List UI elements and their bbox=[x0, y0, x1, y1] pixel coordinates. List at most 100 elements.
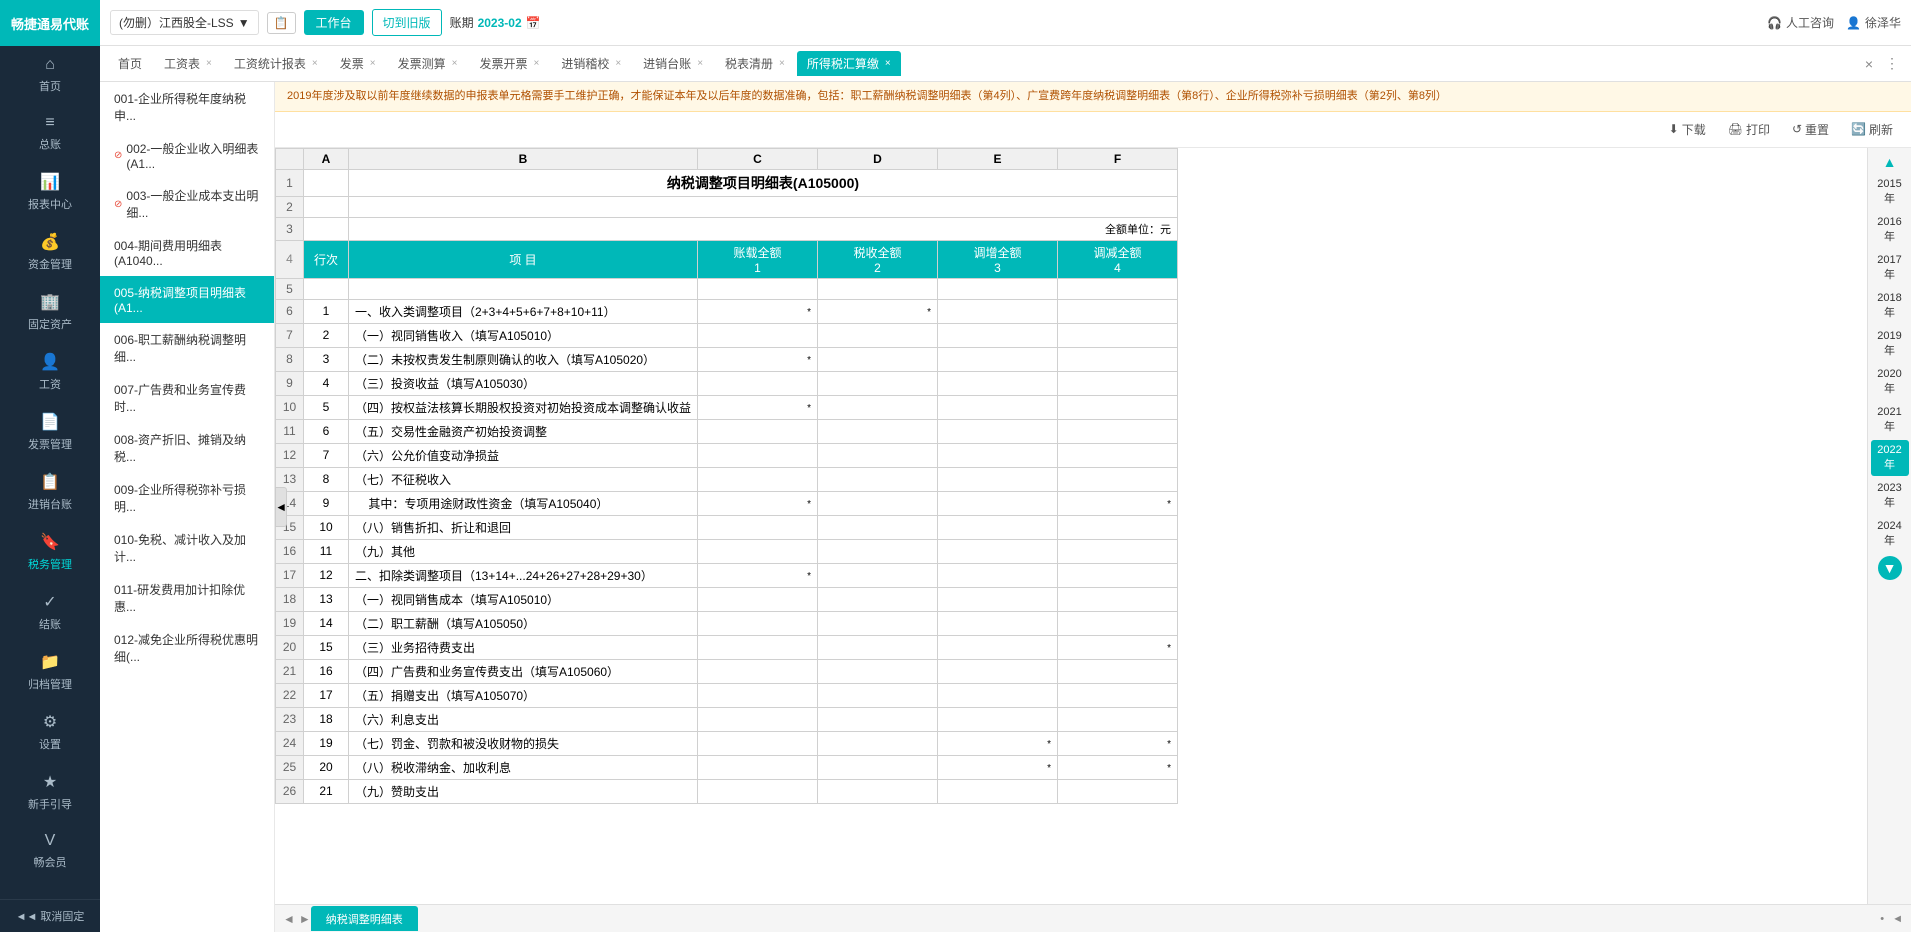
col-header-B: B bbox=[349, 148, 698, 169]
support-button[interactable]: 🎧 人工咨询 bbox=[1767, 14, 1834, 31]
year-2022[interactable]: 2022年 bbox=[1871, 440, 1909, 476]
year-2021[interactable]: 2021年 bbox=[1871, 402, 1909, 438]
year-2017[interactable]: 2017年 bbox=[1871, 250, 1909, 286]
sidebar-item-assets[interactable]: 🏢 固定资产 bbox=[0, 282, 100, 342]
tab-close-tax-clear[interactable]: × bbox=[779, 58, 785, 69]
tab-invoice-calc[interactable]: 发票测算 × bbox=[388, 51, 468, 76]
left-item-010[interactable]: 010-免税、减计收入及加计... bbox=[100, 523, 274, 573]
tab-purchase-ledger[interactable]: 进销台账 × bbox=[633, 51, 713, 76]
year-2019[interactable]: 2019年 bbox=[1871, 326, 1909, 362]
sidebar-item-tax[interactable]: 🔖 税务管理 bbox=[0, 522, 100, 582]
table-row: 25 20 （八）税收滞纳金、加收利息 * * bbox=[276, 755, 1178, 779]
close-icon: ✓ bbox=[43, 592, 56, 612]
sidebar-item-home[interactable]: ⌂ 首页 bbox=[0, 46, 100, 104]
tab-invoice[interactable]: 发票 × bbox=[330, 51, 386, 76]
copy-button[interactable]: 📋 bbox=[267, 12, 296, 34]
main-content: (勿删）江西股全-LSS ▼ 📋 工作台 切到旧版 账期 2023-02 📅 🎧… bbox=[100, 0, 1911, 932]
old-version-button[interactable]: 切到旧版 bbox=[372, 9, 442, 36]
table-row: 23 18 （六）利息支出 bbox=[276, 707, 1178, 731]
print-button[interactable]: 🖨 打印 bbox=[1722, 118, 1776, 141]
item-label: 004-期间费用明细表(A1040... bbox=[114, 237, 264, 268]
sidebar-item-archive[interactable]: 📁 归档管理 bbox=[0, 642, 100, 702]
item-label: 005-纳税调整项目明细表(A1... bbox=[114, 284, 264, 315]
sidebar-item-settings[interactable]: ⚙ 设置 bbox=[0, 702, 100, 762]
left-item-008[interactable]: 008-资产折旧、摊销及纳税... bbox=[100, 423, 274, 473]
year-2016[interactable]: 2016年 bbox=[1871, 212, 1909, 248]
sidebar-item-invoice[interactable]: 📄 发票管理 bbox=[0, 402, 100, 462]
reset-icon: ↺ bbox=[1792, 122, 1802, 136]
sidebar-item-payroll[interactable]: 👤 工资 bbox=[0, 342, 100, 402]
tab-close-invoice-open[interactable]: × bbox=[533, 58, 539, 69]
print-icon: 🖨 bbox=[1728, 122, 1743, 136]
year-2023[interactable]: 2023年 bbox=[1871, 478, 1909, 514]
topbar: (勿删）江西股全-LSS ▼ 📋 工作台 切到旧版 账期 2023-02 📅 🎧… bbox=[100, 0, 1911, 46]
left-item-007[interactable]: 007-广告费和业务宣传费时... bbox=[100, 373, 274, 423]
tab-tax-clear[interactable]: 税表清册 × bbox=[715, 51, 795, 76]
spreadsheet-main[interactable]: A B C D E F 1 bbox=[275, 148, 1867, 905]
item-label: 012-减免企业所得税优惠明细(... bbox=[114, 631, 264, 665]
right-panel: 2019年度涉及取以前年度继续数据的申报表单元格需要手工维护正确，才能保证本年及… bbox=[275, 82, 1911, 932]
left-item-002[interactable]: ⊘ 002-一般企业收入明细表(A1... bbox=[100, 132, 274, 179]
empty-row-2: 2 bbox=[276, 196, 1178, 217]
year-2024[interactable]: 2024年 bbox=[1871, 516, 1909, 552]
left-item-003[interactable]: ⊘ 003-一般企业成本支出明细... bbox=[100, 179, 274, 229]
tab-close-invoice-calc[interactable]: × bbox=[452, 58, 458, 69]
left-item-004[interactable]: 004-期间费用明细表(A1040... bbox=[100, 229, 274, 276]
table-row: 11 6 （五）交易性金融资产初始投资调整 bbox=[276, 419, 1178, 443]
tab-close-payroll-report[interactable]: × bbox=[312, 58, 318, 69]
col-header-E: E bbox=[938, 148, 1058, 169]
year-up-button[interactable]: ▲ bbox=[1881, 152, 1899, 172]
year-2018[interactable]: 2018年 bbox=[1871, 288, 1909, 324]
reset-button[interactable]: ↺ 重置 bbox=[1786, 118, 1835, 141]
left-item-006[interactable]: 006-职工薪酬纳税调整明细... bbox=[100, 323, 274, 373]
sidebar-item-ledger[interactable]: ≡ 总账 bbox=[0, 104, 100, 162]
unpin-button[interactable]: ◄◄ 取消固定 bbox=[0, 899, 100, 932]
tab-close-invoice[interactable]: × bbox=[370, 58, 376, 69]
calendar-icon[interactable]: 📅 bbox=[526, 16, 541, 30]
year-2015[interactable]: 2015年 bbox=[1871, 174, 1909, 210]
tab-income-tax[interactable]: 所得税汇算缴 × bbox=[797, 51, 901, 76]
sidebar: 畅捷通易代账 ⌂ 首页 ≡ 总账 📊 报表中心 💰 资金管理 🏢 固定资产 👤 … bbox=[0, 0, 100, 932]
tab-close-income-tax[interactable]: × bbox=[885, 58, 891, 69]
bottom-status: • ◄ bbox=[1880, 913, 1903, 925]
scroll-left-icon[interactable]: ◄ bbox=[1892, 913, 1903, 925]
col-header-F: F bbox=[1058, 148, 1178, 169]
workbench-button[interactable]: 工作台 bbox=[304, 10, 364, 35]
tabbar-settings-btn[interactable]: ⋮ bbox=[1881, 55, 1903, 72]
left-item-009[interactable]: 009-企业所得税弥补亏损明... bbox=[100, 473, 274, 523]
tab-payroll[interactable]: 工资表 × bbox=[154, 51, 222, 76]
left-item-001[interactable]: 001-企业所得税年度纳税申... bbox=[100, 82, 274, 132]
year-2020[interactable]: 2020年 bbox=[1871, 364, 1909, 400]
sidebar-item-finance[interactable]: 💰 资金管理 bbox=[0, 222, 100, 282]
tab-invoice-open[interactable]: 发票开票 × bbox=[469, 51, 549, 76]
sidebar-item-reports[interactable]: 📊 报表中心 bbox=[0, 162, 100, 222]
tab-payroll-report[interactable]: 工资统计报表 × bbox=[224, 51, 328, 76]
refresh-button[interactable]: 🔄 刷新 bbox=[1845, 118, 1899, 141]
tab-home[interactable]: 首页 bbox=[108, 51, 152, 76]
user-profile[interactable]: 👤 徐泽华 bbox=[1846, 14, 1901, 31]
tab-purchase-check[interactable]: 进销稽校 × bbox=[551, 51, 631, 76]
year-down-button[interactable]: ▼ bbox=[1878, 556, 1902, 580]
table-row: 8 3 （二）未按权责发生制原则确认的收入（填写A105020） * bbox=[276, 347, 1178, 371]
left-item-012[interactable]: 012-减免企业所得税优惠明细(... bbox=[100, 623, 274, 673]
sidebar-item-purchase-sales[interactable]: 📋 进销台账 bbox=[0, 462, 100, 522]
archive-icon: 📁 bbox=[40, 652, 60, 672]
company-selector[interactable]: (勿删）江西股全-LSS ▼ bbox=[110, 10, 259, 35]
left-panel: 001-企业所得税年度纳税申... ⊘ 002-一般企业收入明细表(A1... … bbox=[100, 82, 275, 932]
purchase-sales-icon: 📋 bbox=[40, 472, 60, 492]
nav-left-icon[interactable]: ◄ bbox=[283, 912, 295, 926]
download-button[interactable]: ⬇ 下载 bbox=[1663, 118, 1712, 141]
left-item-011[interactable]: 011-研发费用加计扣除优惠... bbox=[100, 573, 274, 623]
left-item-005[interactable]: 005-纳税调整项目明细表(A1... bbox=[100, 276, 274, 323]
tab-close-purchase-ledger[interactable]: × bbox=[697, 58, 703, 69]
year-panel: ▲ 2015年 2016年 2017年 2018年 2019年 2020年 20… bbox=[1867, 148, 1911, 905]
tabbar-close-all[interactable]: × bbox=[1859, 56, 1879, 72]
collapse-panel-button[interactable]: ◄ bbox=[275, 487, 287, 527]
sidebar-item-vip[interactable]: V 畅会员 bbox=[0, 822, 100, 880]
tab-close-purchase-check[interactable]: × bbox=[615, 58, 621, 69]
sheet-tab-adjust[interactable]: 纳税调整明细表 bbox=[311, 906, 418, 931]
sidebar-item-guide[interactable]: ★ 新手引导 bbox=[0, 762, 100, 822]
nav-right-icon[interactable]: ► bbox=[299, 912, 311, 926]
tab-close-payroll[interactable]: × bbox=[206, 58, 212, 69]
sidebar-item-close[interactable]: ✓ 结账 bbox=[0, 582, 100, 642]
